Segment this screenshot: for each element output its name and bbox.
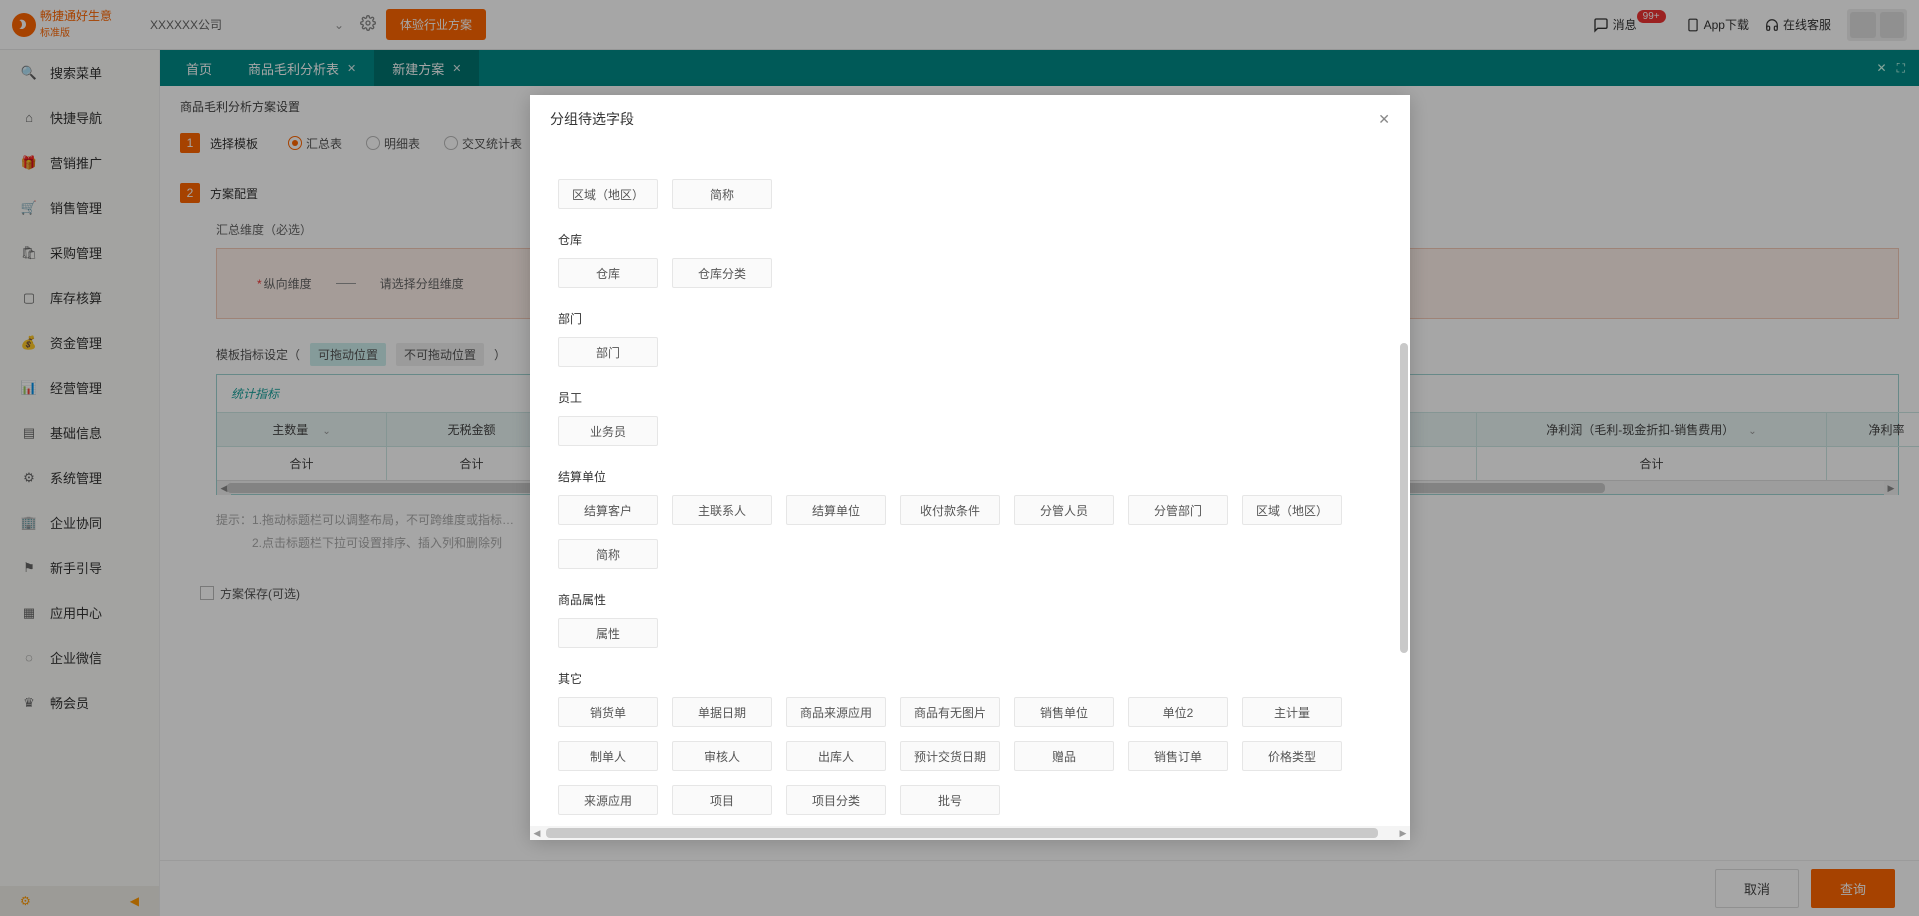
field-project-class[interactable]: 项目分类	[786, 785, 886, 815]
field-unit2[interactable]: 单位2	[1128, 697, 1228, 727]
field-manager-person[interactable]: 分管人员	[1014, 495, 1114, 525]
field-row-top: 区域（地区） 简称	[558, 179, 1382, 209]
category-product-attr: 商品属性	[558, 591, 1382, 608]
category-settle-unit: 结算单位	[558, 468, 1382, 485]
group-field-modal: 分组待选字段 ✕ 客户 客户分类 分管部门 分管人员 主联系人 主联系人… 销售…	[530, 95, 1410, 840]
field-expected-delivery[interactable]: 预计交货日期	[900, 741, 1000, 771]
field-shortname2[interactable]: 简称	[558, 539, 658, 569]
field-sales-order2[interactable]: 销售订单	[1128, 741, 1228, 771]
field-doc-date[interactable]: 单据日期	[672, 697, 772, 727]
field-settle-unit[interactable]: 结算单位	[786, 495, 886, 525]
field-manager-dept[interactable]: 分管部门	[1128, 495, 1228, 525]
scroll-thumb[interactable]	[1400, 343, 1408, 653]
field-main-measure[interactable]: 主计量	[1242, 697, 1342, 727]
modal-body: 客户 客户分类 分管部门 分管人员 主联系人 主联系人… 销售单位 区域（地区）…	[530, 143, 1410, 826]
field-region2[interactable]: 区域（地区）	[1242, 495, 1342, 525]
field-region[interactable]: 区域（地区）	[558, 179, 658, 209]
field-row-partial: 客户 客户分类 分管部门 分管人员 主联系人 主联系人… 销售单位	[558, 143, 1382, 173]
field-settle-customer[interactable]: 结算客户	[558, 495, 658, 525]
scroll-left-icon[interactable]: ◀	[530, 826, 544, 840]
field-department[interactable]: 部门	[558, 337, 658, 367]
field-salesperson[interactable]: 业务员	[558, 416, 658, 446]
modal-hscrollbar[interactable]: ◀ ▶	[530, 826, 1410, 840]
category-department: 部门	[558, 310, 1382, 327]
field-source-app[interactable]: 来源应用	[558, 785, 658, 815]
field-price-type[interactable]: 价格类型	[1242, 741, 1342, 771]
field-attribute[interactable]: 属性	[558, 618, 658, 648]
category-warehouse: 仓库	[558, 231, 1382, 248]
field-outbound-person[interactable]: 出库人	[786, 741, 886, 771]
field-sales-unit[interactable]: 销售单位	[1014, 697, 1114, 727]
field-product-has-image[interactable]: 商品有无图片	[900, 697, 1000, 727]
field-gift[interactable]: 赠品	[1014, 741, 1114, 771]
modal-close-icon[interactable]: ✕	[1378, 111, 1390, 128]
field-product-source-app[interactable]: 商品来源应用	[786, 697, 886, 727]
field-warehouse[interactable]: 仓库	[558, 258, 658, 288]
scroll-thumb[interactable]	[546, 828, 1378, 838]
field-project[interactable]: 项目	[672, 785, 772, 815]
field-sales-order[interactable]: 销货单	[558, 697, 658, 727]
field-creator[interactable]: 制单人	[558, 741, 658, 771]
modal-vscrollbar[interactable]	[1398, 143, 1408, 808]
field-payment-terms[interactable]: 收付款条件	[900, 495, 1000, 525]
category-other: 其它	[558, 670, 1382, 687]
scroll-right-icon[interactable]: ▶	[1396, 826, 1410, 840]
field-main-contact[interactable]: 主联系人	[672, 495, 772, 525]
field-approver[interactable]: 审核人	[672, 741, 772, 771]
field-shortname[interactable]: 简称	[672, 179, 772, 209]
field-batch[interactable]: 批号	[900, 785, 1000, 815]
field-warehouse-class[interactable]: 仓库分类	[672, 258, 772, 288]
category-employee: 员工	[558, 389, 1382, 406]
modal-header: 分组待选字段 ✕	[530, 95, 1410, 143]
modal-title: 分组待选字段	[550, 109, 634, 129]
